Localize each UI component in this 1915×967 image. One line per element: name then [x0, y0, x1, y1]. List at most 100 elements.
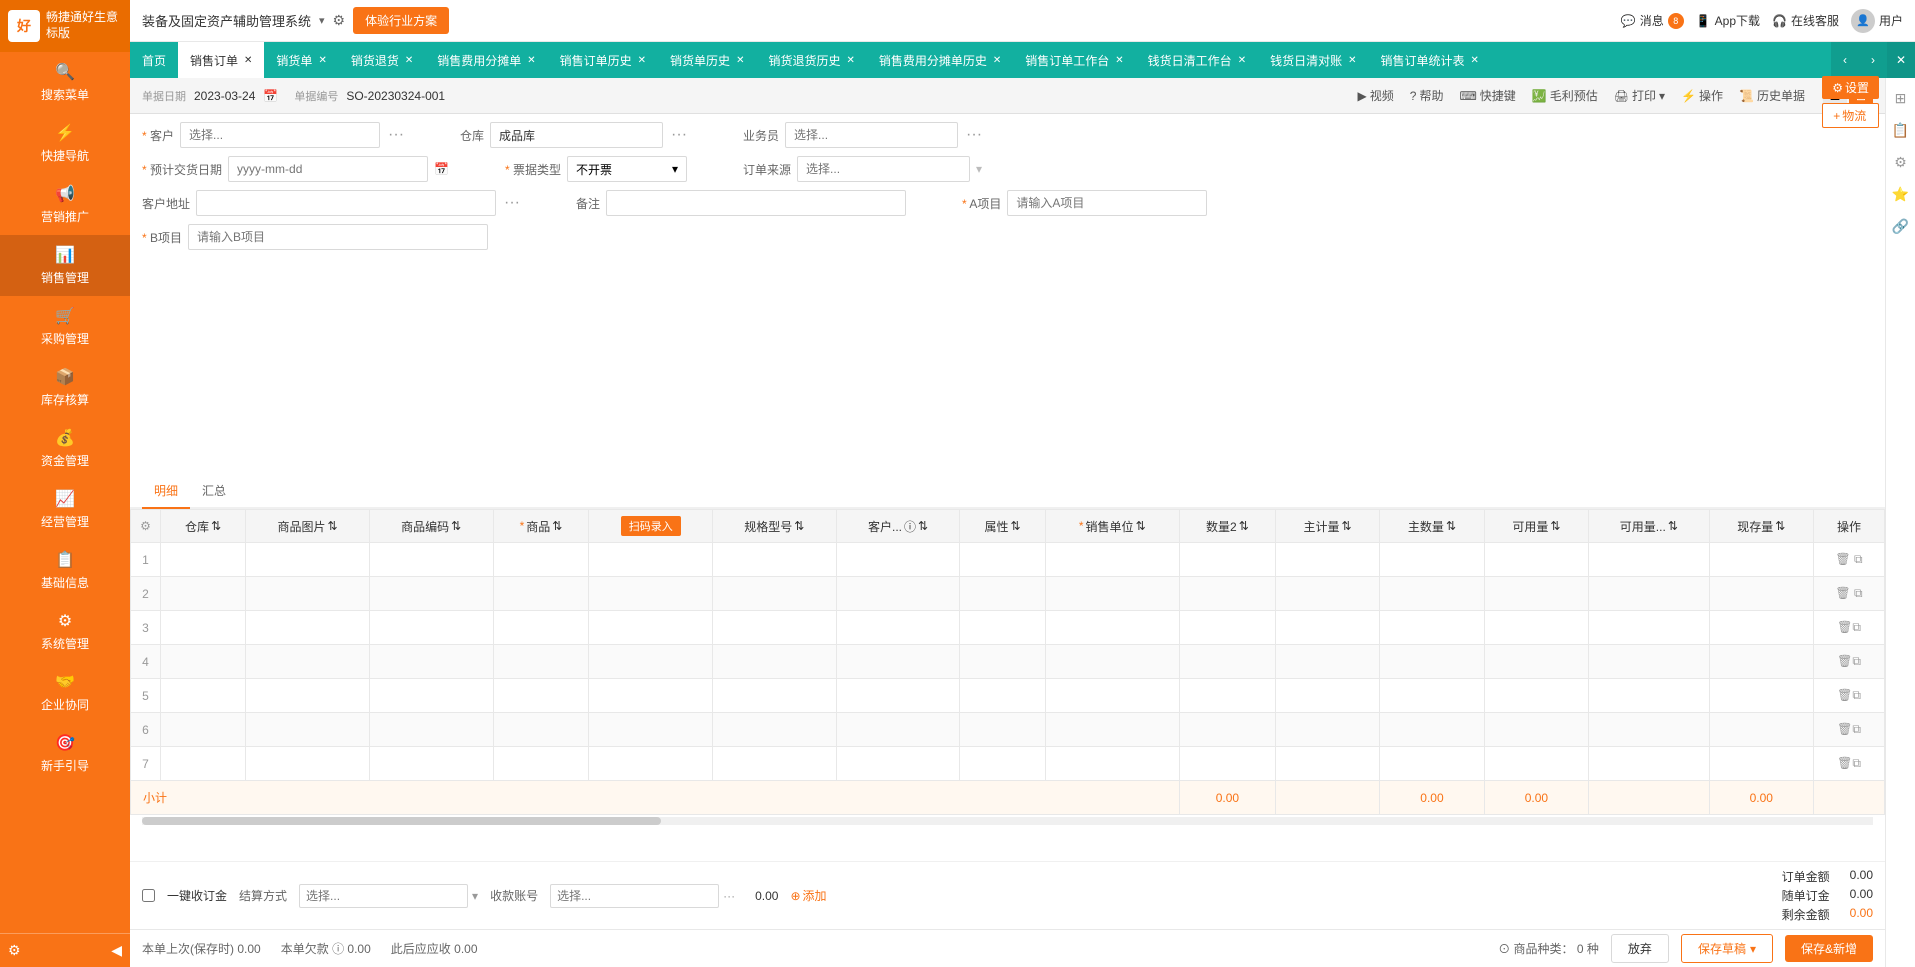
tab-daily-workbench[interactable]: 钱货日清工作台 ✕ [1136, 42, 1258, 78]
nav-close-all-icon[interactable]: ✕ [1887, 42, 1915, 78]
row-customer[interactable] [836, 577, 960, 611]
tab-daily-reconcile[interactable]: 钱货日清对账 ✕ [1258, 42, 1368, 78]
copy-icon[interactable]: ⧉ [1852, 688, 1861, 702]
app-download-btn[interactable]: 📱 App下载 [1696, 12, 1760, 29]
sidebar-item-basic-info[interactable]: 📋 基础信息 [0, 540, 130, 601]
row-unit[interactable] [1045, 543, 1179, 577]
help-btn[interactable]: ? 帮助 [1404, 85, 1450, 106]
invoice-dropdown-icon[interactable]: ▾ [672, 162, 678, 176]
delete-icon[interactable]: 🗑 [1837, 688, 1852, 702]
right-panel-icon-4[interactable]: ⭐ [1889, 182, 1913, 206]
customer-more-icon[interactable]: ··· [388, 126, 404, 144]
sort-icon[interactable]: ⇅ [1136, 519, 1146, 533]
sidebar-item-management[interactable]: 📈 经营管理 [0, 479, 130, 540]
delete-icon[interactable]: 🗑 [1835, 586, 1850, 600]
chevron-down-icon[interactable]: ▾ [1750, 942, 1756, 956]
user-menu[interactable]: 👤 用户 [1851, 9, 1903, 33]
sidebar-collapse-icon[interactable]: ◀ [111, 942, 122, 959]
row-main-qty[interactable] [1380, 543, 1484, 577]
sort-icon[interactable]: ⇅ [1342, 519, 1352, 533]
warehouse-more-icon[interactable]: ··· [671, 126, 687, 144]
sidebar-settings-icon[interactable]: ⚙ [8, 942, 21, 959]
sidebar-item-finance[interactable]: 💰 资金管理 [0, 418, 130, 479]
row-warehouse[interactable] [161, 577, 246, 611]
scrollbar-thumb[interactable] [142, 817, 661, 825]
add-payment-btn[interactable]: ⊕ 添加 [790, 887, 826, 904]
sort-icon[interactable]: ⇅ [1550, 519, 1560, 533]
row-attr[interactable] [960, 543, 1045, 577]
copy-icon[interactable]: ⧉ [1852, 654, 1861, 668]
logistics-btn[interactable]: + 物流 [1822, 103, 1879, 128]
row-spec[interactable] [712, 577, 836, 611]
table-settings-icon[interactable]: ⚙ [140, 519, 151, 533]
row-code[interactable] [369, 543, 493, 577]
a-project-input[interactable] [1007, 190, 1207, 216]
delete-icon[interactable]: 🗑 [1837, 654, 1852, 668]
sidebar-item-sales[interactable]: 📊 销售管理 [0, 235, 130, 296]
shortcut-btn[interactable]: ⌨ 快捷键 [1453, 85, 1521, 106]
tab-close-icon[interactable]: ✕ [244, 55, 252, 66]
sort-icon[interactable]: ⇅ [327, 519, 337, 533]
delete-icon[interactable]: 🗑 [1837, 756, 1852, 770]
profit-btn[interactable]: 💹 毛利预估 [1526, 85, 1604, 106]
delete-icon[interactable]: 🗑 [1837, 620, 1852, 634]
sort-icon[interactable]: ⇅ [552, 519, 562, 533]
date-picker-icon[interactable]: 📅 [263, 89, 278, 103]
tab-sales-order-history[interactable]: 销售订单历史 ✕ [548, 42, 658, 78]
warehouse-input[interactable] [490, 122, 663, 148]
sidebar-item-nav[interactable]: ⚡ 快捷导航 [0, 113, 130, 174]
row-code[interactable] [369, 577, 493, 611]
delete-icon[interactable]: 🗑 [1837, 722, 1852, 736]
sort-icon[interactable]: ⇅ [1446, 519, 1456, 533]
message-btn[interactable]: 💬 消息 8 [1621, 12, 1684, 29]
note-input[interactable] [606, 190, 906, 216]
copy-icon[interactable]: ⧉ [1852, 620, 1861, 634]
right-panel-icon-5[interactable]: 🔗 [1889, 214, 1913, 238]
sidebar-item-enterprise[interactable]: 🤝 企业协同 [0, 662, 130, 723]
tab-detail[interactable]: 明细 [142, 474, 190, 509]
nav-next-icon[interactable]: › [1859, 42, 1887, 78]
business-more-icon[interactable]: ··· [966, 126, 982, 144]
copy-icon[interactable]: ⧉ [1854, 552, 1863, 566]
row-attr[interactable] [960, 577, 1045, 611]
tab-sales-return[interactable]: 销货退货 ✕ [339, 42, 425, 78]
tab-summary[interactable]: 汇总 [190, 474, 238, 509]
info-icon[interactable]: ⓘ [904, 518, 916, 535]
sort-icon[interactable]: ⇅ [1239, 519, 1249, 533]
settings-btn[interactable]: ⚙ 设置 [1822, 78, 1879, 99]
right-panel-icon-1[interactable]: ⊞ [1889, 86, 1913, 110]
tab-invoice-history[interactable]: 销货单历史 ✕ [658, 42, 756, 78]
horizontal-scrollbar[interactable] [142, 817, 1873, 825]
order-source-input[interactable] [797, 156, 970, 182]
tab-sales-order[interactable]: 销售订单 ✕ [178, 42, 264, 78]
col-gear[interactable]: ⚙ [131, 510, 161, 543]
sort-icon[interactable]: ⇅ [918, 519, 928, 533]
sort-icon[interactable]: ⇅ [794, 519, 804, 533]
sidebar-item-guide[interactable]: 🎯 新手引导 [0, 723, 130, 784]
delivery-date-picker-icon[interactable]: 📅 [434, 162, 449, 176]
row-unit[interactable] [1045, 577, 1179, 611]
sidebar-item-purchase[interactable]: 🛒 采购管理 [0, 296, 130, 357]
tab-home[interactable]: 首页 [130, 42, 178, 78]
account-more-icon[interactable]: ··· [723, 889, 735, 903]
b-project-input[interactable] [188, 224, 488, 250]
customer-input[interactable] [180, 122, 380, 148]
video-btn[interactable]: ▶ 视频 [1352, 85, 1400, 106]
delivery-date-input[interactable] [228, 156, 428, 182]
tab-return-history[interactable]: 销货退货历史 ✕ [756, 42, 866, 78]
operation-btn[interactable]: ⚡ 操作 [1675, 85, 1729, 106]
print-btn[interactable]: 🖨 打印 ▾ [1608, 85, 1671, 106]
address-more-icon[interactable]: ··· [504, 194, 520, 212]
sort-icon[interactable]: ⇅ [1010, 519, 1020, 533]
sort-icon[interactable]: ⇅ [211, 519, 221, 533]
row-warehouse[interactable] [161, 543, 246, 577]
online-support-btn[interactable]: 🎧 在线客服 [1772, 12, 1839, 29]
sidebar-item-system[interactable]: ⚙ 系统管理 [0, 601, 130, 662]
tab-invoice[interactable]: 销货单 ✕ [264, 42, 338, 78]
tab-expense-history[interactable]: 销售费用分摊单历史 ✕ [867, 42, 1013, 78]
history-btn[interactable]: 📜 历史单据 [1733, 85, 1811, 106]
save-draft-button[interactable]: 保存草稿 ▾ [1681, 934, 1773, 963]
settlement-input[interactable] [299, 884, 468, 908]
address-input[interactable] [196, 190, 496, 216]
tab-sales-report[interactable]: 销售订单统计表 ✕ [1368, 42, 1490, 78]
